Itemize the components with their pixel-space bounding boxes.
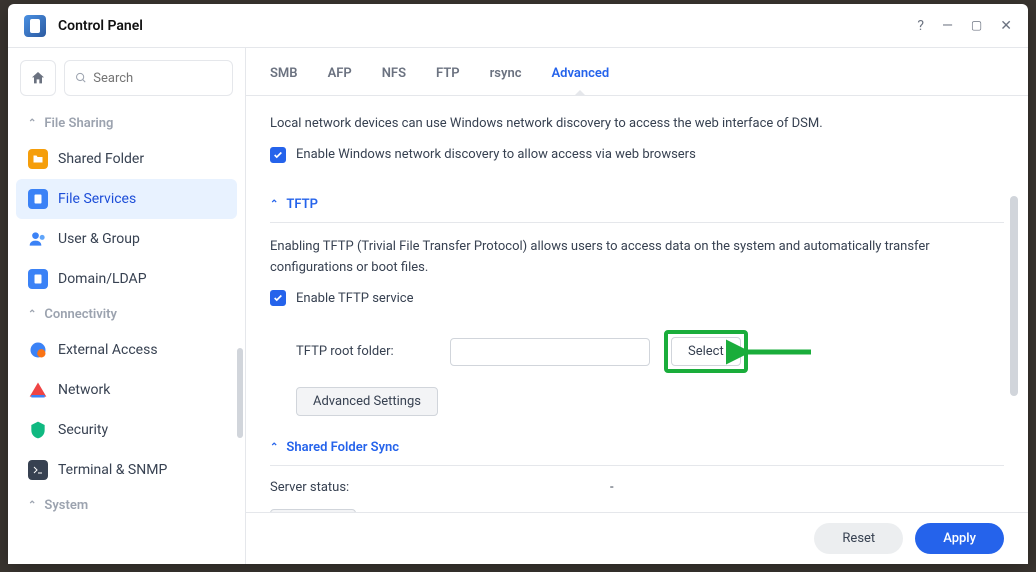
apply-button[interactable]: Apply bbox=[915, 523, 1004, 554]
terminal-icon bbox=[28, 460, 48, 480]
wnd-description: Local network devices can use Windows ne… bbox=[270, 114, 1004, 135]
chevron-up-icon: ⌃ bbox=[28, 118, 36, 129]
tftp-description: Enabling TFTP (Trivial File Transfer Pro… bbox=[270, 237, 1004, 279]
tftp-root-label: TFTP root folder: bbox=[296, 344, 436, 359]
sidebar: ⌃ File Sharing Shared Folder File Servic… bbox=[8, 48, 246, 564]
control-panel-window: Control Panel ? — ▢ ✕ ⌃ File Sharing bbox=[8, 4, 1028, 564]
search-icon bbox=[75, 71, 87, 85]
sfs-section-header[interactable]: ⌃ Shared Folder Sync bbox=[270, 430, 1004, 466]
tab-rsync[interactable]: rsync bbox=[490, 66, 522, 95]
tab-advanced[interactable]: Advanced bbox=[551, 66, 609, 95]
help-icon[interactable]: ? bbox=[917, 18, 924, 34]
server-status-label: Server status: bbox=[270, 480, 610, 495]
minimize-icon[interactable]: — bbox=[942, 18, 953, 34]
sidebar-item-domain-ldap[interactable]: Domain/LDAP bbox=[16, 259, 237, 299]
sidebar-scrollbar[interactable] bbox=[237, 348, 243, 438]
shield-icon bbox=[28, 420, 48, 440]
search-box[interactable] bbox=[64, 60, 233, 96]
chevron-up-icon: ⌃ bbox=[270, 442, 278, 453]
network-icon bbox=[28, 380, 48, 400]
tftp-enable-checkbox[interactable] bbox=[270, 290, 286, 306]
sidebar-item-user-group[interactable]: User & Group bbox=[16, 219, 237, 259]
tab-afp[interactable]: AFP bbox=[328, 66, 352, 95]
titlebar: Control Panel ? — ▢ ✕ bbox=[8, 4, 1028, 48]
server-status-value: - bbox=[610, 480, 614, 495]
select-button[interactable]: Select bbox=[671, 337, 741, 366]
book-icon bbox=[28, 269, 48, 289]
task-list-button[interactable]: Task List bbox=[270, 509, 356, 512]
tftp-enable-label: Enable TFTP service bbox=[296, 291, 414, 306]
sidebar-item-security[interactable]: Security bbox=[16, 410, 237, 450]
sidebar-item-network[interactable]: Network bbox=[16, 370, 237, 410]
annotation-highlight: Select bbox=[664, 330, 748, 373]
home-button[interactable] bbox=[20, 60, 56, 96]
section-connectivity[interactable]: ⌃ Connectivity bbox=[16, 299, 237, 330]
advanced-settings-button[interactable]: Advanced Settings bbox=[296, 387, 438, 416]
sidebar-item-external-access[interactable]: External Access bbox=[16, 330, 237, 370]
content-area: Local network devices can use Windows ne… bbox=[246, 96, 1028, 512]
app-icon bbox=[24, 15, 46, 37]
close-icon[interactable]: ✕ bbox=[1000, 18, 1012, 34]
content-scrollbar[interactable] bbox=[1010, 196, 1018, 396]
file-services-icon bbox=[28, 189, 48, 209]
section-file-sharing[interactable]: ⌃ File Sharing bbox=[16, 108, 237, 139]
search-input[interactable] bbox=[93, 71, 222, 86]
tab-nfs[interactable]: NFS bbox=[382, 66, 406, 95]
window-title: Control Panel bbox=[58, 18, 143, 34]
maximize-icon[interactable]: ▢ bbox=[971, 18, 982, 34]
reset-button[interactable]: Reset bbox=[814, 523, 903, 554]
tftp-section-header[interactable]: ⌃ TFTP bbox=[270, 187, 1004, 223]
chevron-up-icon: ⌃ bbox=[28, 309, 36, 320]
folder-icon bbox=[28, 149, 48, 169]
wnd-checkbox[interactable] bbox=[270, 147, 286, 163]
check-icon bbox=[273, 150, 283, 160]
section-system[interactable]: ⌃ System bbox=[16, 490, 237, 521]
sidebar-item-shared-folder[interactable]: Shared Folder bbox=[16, 139, 237, 179]
wnd-checkbox-label: Enable Windows network discovery to allo… bbox=[296, 147, 696, 162]
tab-ftp[interactable]: FTP bbox=[436, 66, 460, 95]
main-panel: SMB AFP NFS FTP rsync Advanced Local net… bbox=[246, 48, 1028, 564]
sidebar-item-terminal-snmp[interactable]: Terminal & SNMP bbox=[16, 450, 237, 490]
users-icon bbox=[28, 229, 48, 249]
tftp-root-input[interactable] bbox=[450, 338, 650, 366]
check-icon bbox=[273, 293, 283, 303]
footer: Reset Apply bbox=[246, 512, 1028, 564]
globe-icon bbox=[28, 340, 48, 360]
tab-smb[interactable]: SMB bbox=[270, 66, 298, 95]
tab-bar: SMB AFP NFS FTP rsync Advanced bbox=[246, 48, 1028, 96]
chevron-up-icon: ⌃ bbox=[28, 500, 36, 511]
home-icon bbox=[30, 70, 46, 86]
chevron-up-icon: ⌃ bbox=[270, 199, 278, 210]
sidebar-item-file-services[interactable]: File Services bbox=[16, 179, 237, 219]
